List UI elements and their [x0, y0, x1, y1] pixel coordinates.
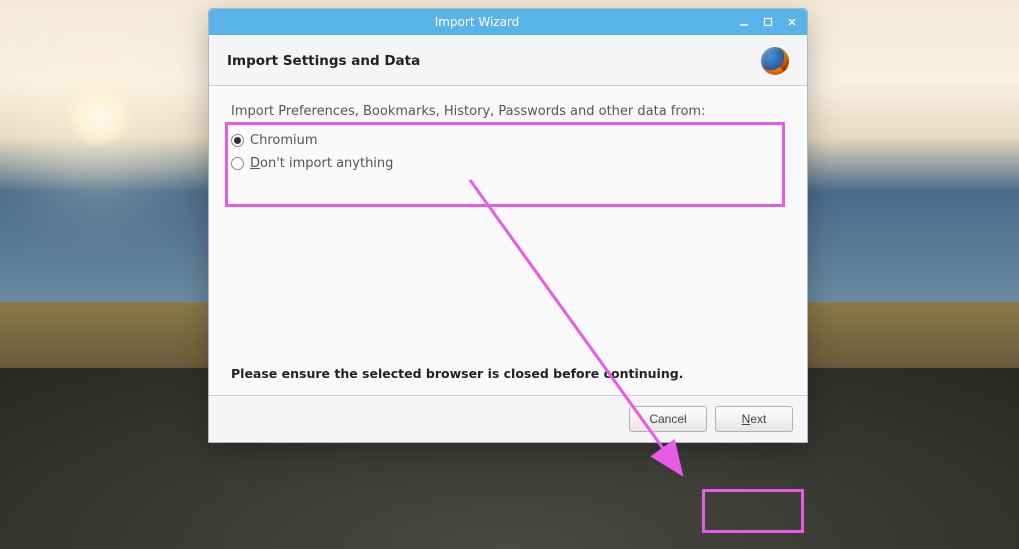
window-titlebar[interactable]: Import Wizard	[209, 9, 807, 35]
option-dont-import[interactable]: Don't import anything	[231, 152, 785, 175]
import-wizard-window: Import Wizard Import Settings and Data I…	[208, 8, 808, 443]
titlebar-controls	[737, 15, 799, 29]
wallpaper-sun	[64, 80, 134, 150]
minimize-icon[interactable]	[737, 15, 751, 29]
window-title: Import Wizard	[217, 15, 737, 29]
import-options: Chromium Don't import anything	[231, 129, 785, 175]
firefox-icon	[761, 47, 789, 75]
next-button[interactable]: Next	[715, 406, 793, 432]
option-label: Chromium	[250, 133, 318, 148]
close-icon[interactable]	[785, 15, 799, 29]
cancel-button[interactable]: Cancel	[629, 406, 707, 432]
import-prompt: Import Preferences, Bookmarks, History, …	[231, 104, 785, 119]
option-chromium[interactable]: Chromium	[231, 129, 785, 152]
radio-icon[interactable]	[231, 157, 244, 170]
wizard-content: Import Preferences, Bookmarks, History, …	[209, 86, 807, 366]
maximize-icon[interactable]	[761, 15, 775, 29]
option-label: Don't import anything	[250, 156, 393, 171]
wizard-footer: Cancel Next	[209, 395, 807, 442]
page-title: Import Settings and Data	[227, 53, 420, 69]
wizard-header: Import Settings and Data	[209, 35, 807, 86]
radio-icon[interactable]	[231, 134, 244, 147]
close-browser-warning: Please ensure the selected browser is cl…	[209, 366, 807, 395]
